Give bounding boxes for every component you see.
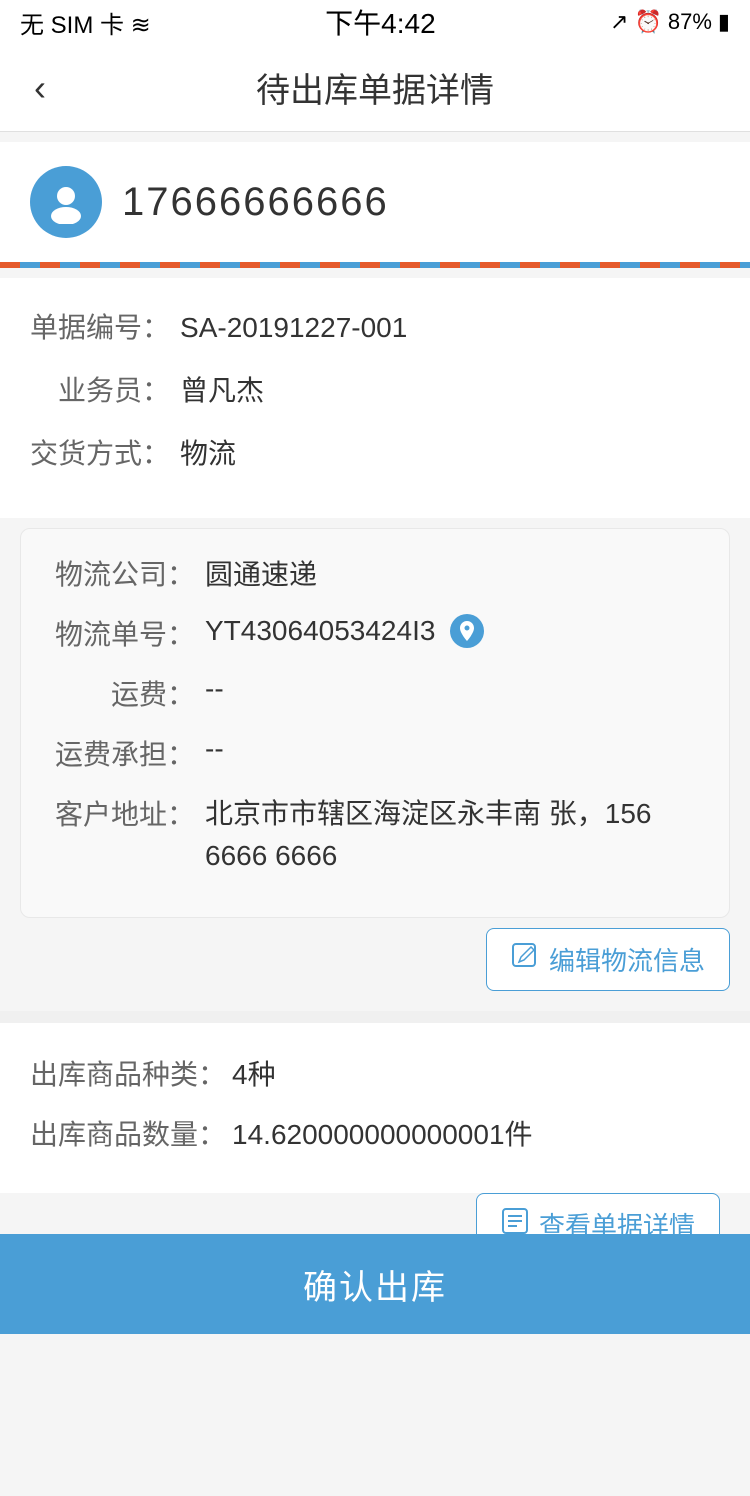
freight-bearer-row: 运费承担： -- [45,733,705,773]
freight-label: 运费： [45,673,195,713]
product-types-label: 出库商品种类： [30,1053,226,1093]
document-info-section: 单据编号： SA-20191227-001 业务员： 曾凡杰 交货方式： 物流 [0,278,750,518]
map-pin-icon[interactable] [449,613,485,649]
alarm-icon: ⏰ [634,9,661,35]
logistics-company-value: 圆通速递 [205,553,705,593]
logistics-tracking-label: 物流单号： [45,613,195,653]
logistics-tracking-value: YT43064053424I3 [205,613,705,649]
logistics-card: 物流公司： 圆通速递 物流单号： YT43064053424I3 运费： -- … [20,528,730,918]
logistics-company-row: 物流公司： 圆通速递 [45,553,705,593]
battery-icon: ▮ [718,9,730,35]
address-label: 客户地址： [45,793,195,833]
delivery-row: 交货方式： 物流 [30,434,720,473]
edit-btn-wrap: 编辑物流信息 [0,928,750,1011]
product-quantity-row: 出库商品数量： 14.620000000000001件 [30,1113,720,1153]
user-header: 17666666666 [0,142,750,262]
confirm-button[interactable]: 确认出库 [0,1234,750,1334]
freight-value: -- [205,673,705,705]
back-button[interactable]: ‹ [24,57,56,119]
product-section: 出库商品种类： 4种 出库商品数量： 14.620000000000001件 [0,1023,750,1193]
freight-bearer-label: 运费承担： [45,733,195,773]
nav-bar: ‹ 待出库单据详情 [0,44,750,132]
battery-text: 87% [668,9,712,35]
product-types-row: 出库商品种类： 4种 [30,1053,720,1093]
status-bar: 无 SIM 卡 ≋ 下午4:42 ↗ ⏰ 87% ▮ [0,0,750,44]
avatar [30,166,102,238]
doc-number-value: SA-20191227-001 [180,308,720,347]
delivery-value: 物流 [180,434,720,473]
page-title: 待出库单据详情 [256,63,494,112]
doc-number-label: 单据编号： [30,308,170,347]
back-icon: ‹ [34,67,46,108]
edit-logistics-button[interactable]: 编辑物流信息 [486,928,730,991]
status-time: 下午4:42 [325,2,436,42]
freight-row: 运费： -- [45,673,705,713]
product-types-value: 4种 [232,1053,276,1093]
user-avatar-icon [44,180,88,224]
tracking-number-text: YT43064053424I3 [205,615,435,647]
status-left: 无 SIM 卡 ≋ [20,5,151,40]
user-phone: 17666666666 [122,180,389,225]
pencil-icon [511,942,539,970]
salesman-label: 业务员： [30,371,170,410]
address-value: 北京市市辖区海淀区永丰南 张，156 6666 6666 [205,793,705,877]
logistics-tracking-row: 物流单号： YT43064053424I3 [45,613,705,653]
edit-btn-label: 编辑物流信息 [549,941,705,978]
product-quantity-label: 出库商品数量： [30,1113,226,1153]
status-right: ↗ ⏰ 87% ▮ [610,9,730,35]
document-list-icon [501,1207,529,1235]
address-row: 客户地址： 北京市市辖区海淀区永丰南 张，156 6666 6666 [45,793,705,877]
delivery-label: 交货方式： [30,434,170,473]
no-sim-text: 无 SIM 卡 ≋ [20,5,151,40]
salesman-row: 业务员： 曾凡杰 [30,371,720,410]
section-divider [0,1011,750,1023]
confirm-btn-label: 确认出库 [303,1260,447,1309]
location-status-icon: ↗ [610,9,628,35]
product-quantity-value: 14.620000000000001件 [232,1113,533,1153]
logistics-company-label: 物流公司： [45,553,195,593]
salesman-value: 曾凡杰 [180,371,720,410]
dashed-separator [0,262,750,268]
edit-icon [511,942,539,977]
doc-number-row: 单据编号： SA-20191227-001 [30,308,720,347]
freight-bearer-value: -- [205,733,705,765]
